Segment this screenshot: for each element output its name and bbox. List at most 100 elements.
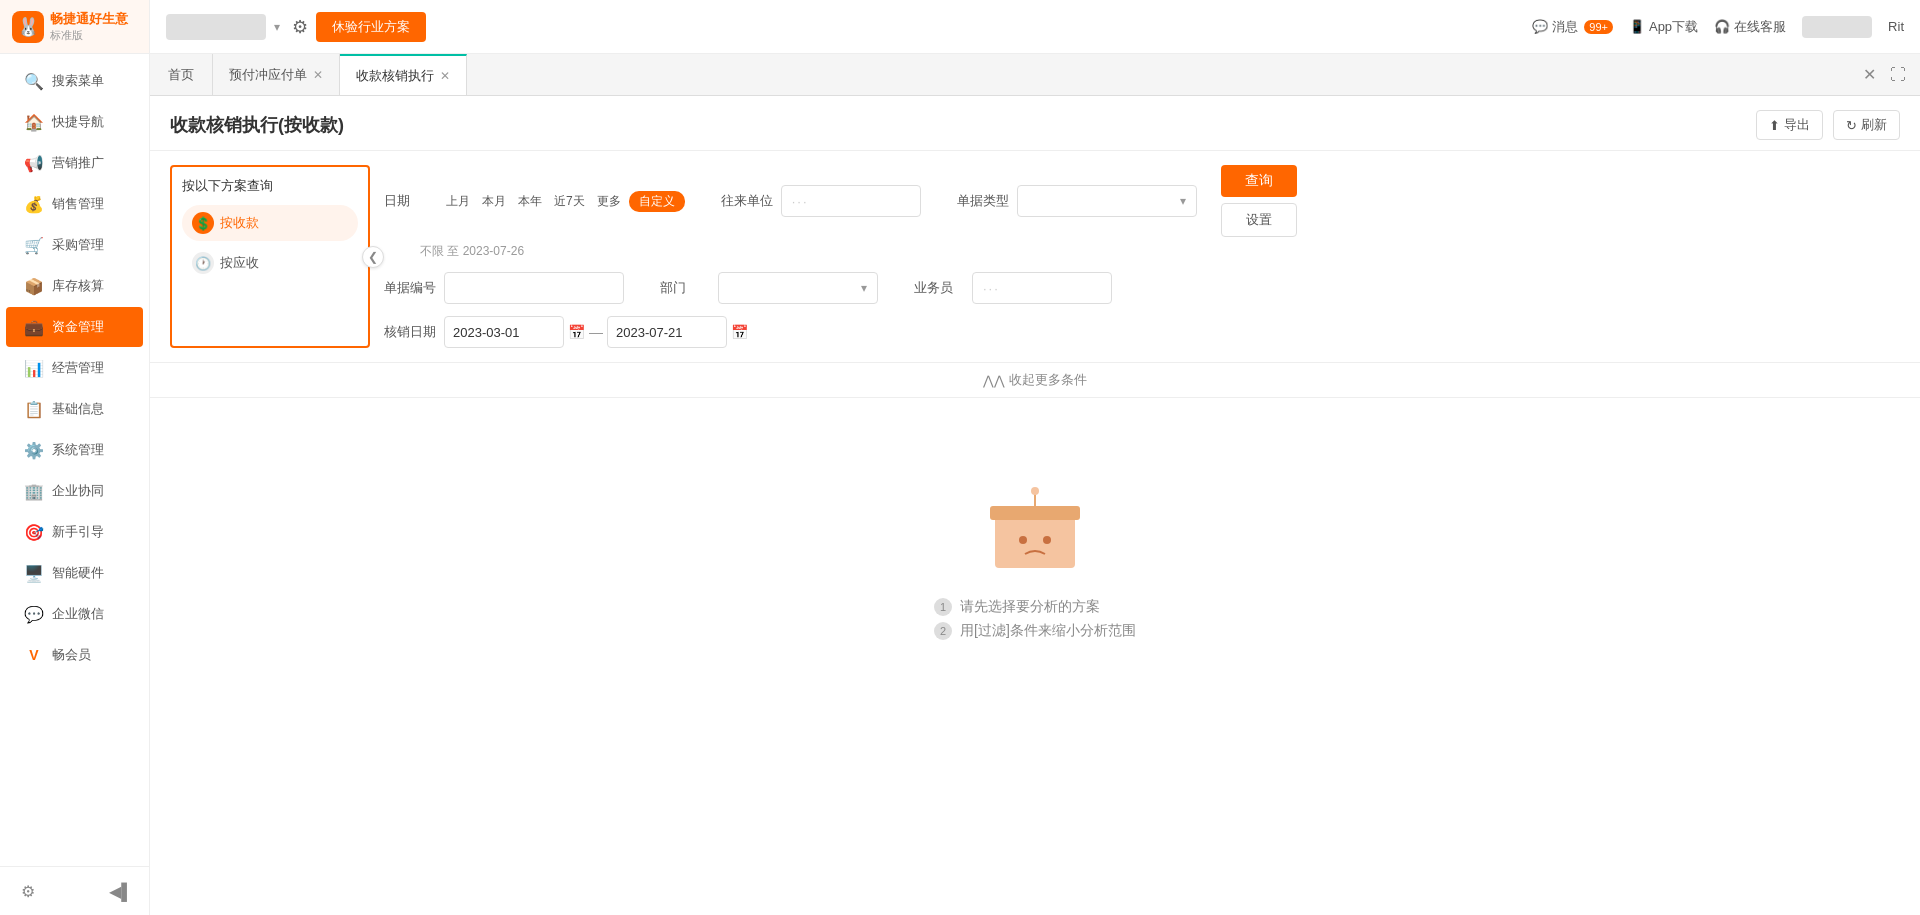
page-title: 收款核销执行(按收款) [170, 113, 344, 137]
verify-date-start-cal-icon[interactable]: 📅 [568, 324, 585, 340]
date-shortcut-last-month[interactable]: 上月 [442, 191, 474, 212]
svg-rect-0 [995, 513, 1075, 568]
header-settings-icon[interactable]: ⚙ [292, 16, 308, 38]
user-avatar[interactable] [1802, 16, 1872, 38]
message-button[interactable]: 💬 消息 99+ [1532, 18, 1613, 36]
sidebar-label-operations: 经营管理 [52, 359, 104, 377]
refresh-label: 刷新 [1861, 116, 1887, 134]
marketing-icon: 📢 [24, 153, 44, 173]
filter-option-receipt-label: 按收款 [220, 214, 259, 232]
doc-type-filter-field: 单据类型 ▾ [957, 185, 1197, 217]
filter-more-row: ⋀⋀ 收起更多条件 [150, 363, 1920, 398]
sidebar-item-operations[interactable]: 📊 经营管理 [6, 348, 143, 388]
sidebar-label-guide: 新手引导 [52, 523, 104, 541]
filter-fields: 日期 上月 本月 本年 近7天 更多 自定义 [384, 165, 1900, 348]
svg-point-2 [1019, 536, 1027, 544]
logo-dropdown-icon[interactable]: ▾ [274, 20, 280, 34]
sidebar-label-sales: 销售管理 [52, 195, 104, 213]
sidebar-item-enterprise[interactable]: 🏢 企业协同 [6, 471, 143, 511]
tab-bar-actions: ✕ ⛶ [1859, 61, 1920, 88]
export-button[interactable]: ⬆ 导出 [1756, 110, 1823, 140]
sidebar-label-marketing: 营销推广 [52, 154, 104, 172]
message-label: 消息 [1552, 18, 1578, 36]
sidebar-item-quick-nav[interactable]: 🏠 快捷导航 [6, 102, 143, 142]
purchase-icon: 🛒 [24, 235, 44, 255]
sidebar-item-marketing[interactable]: 📢 营销推广 [6, 143, 143, 183]
filter-panel: 按以下方案查询 💲 按收款 🕐 按应收 ❮ [170, 165, 370, 348]
tab-bar: 首页 预付冲应付单 ✕ 收款核销执行 ✕ ✕ ⛶ [150, 54, 1920, 96]
date-dash: — [589, 324, 603, 340]
sidebar-nav: 🔍 搜索菜单 🏠 快捷导航 📢 营销推广 💰 销售管理 🛒 采购管理 📦 库存核… [0, 54, 149, 866]
page-header-actions: ⬆ 导出 ↻ 刷新 [1756, 110, 1900, 140]
settings-button[interactable]: ⚙ [14, 877, 42, 905]
top-header: ▾ ⚙ 休验行业方案 💬 消息 99+ 📱 App下载 🎧 在线客服 Rit [150, 0, 1920, 54]
date-label: 日期 [384, 192, 434, 210]
sidebar-item-finance[interactable]: 💼 资金管理 [6, 307, 143, 347]
date-shortcut-more[interactable]: 更多 [593, 191, 625, 212]
export-icon: ⬆ [1769, 118, 1780, 133]
brand-name: 畅捷通好生意 [50, 10, 128, 28]
action-buttons: 查询 设置 [1221, 165, 1297, 237]
partner-select[interactable]: ··· [781, 185, 921, 217]
sidebar-item-wechat[interactable]: 💬 企业微信 [6, 594, 143, 634]
sidebar-item-inventory[interactable]: 📦 库存核算 [6, 266, 143, 306]
tab-home[interactable]: 首页 [150, 54, 213, 95]
sidebar-item-vip[interactable]: V 畅会员 [6, 635, 143, 675]
doc-type-select[interactable]: ▾ [1017, 185, 1197, 217]
sidebar-item-guide[interactable]: 🎯 新手引导 [6, 512, 143, 552]
sidebar-item-search[interactable]: 🔍 搜索菜单 [6, 61, 143, 101]
tab-prepay-close-icon[interactable]: ✕ [313, 68, 323, 82]
empty-hints: 1 请先选择要分析的方案 2 用[过滤]条件来缩小分析范围 [934, 598, 1136, 640]
verify-date-start-input[interactable] [444, 316, 564, 348]
collapse-more-button[interactable]: ⋀⋀ 收起更多条件 [983, 371, 1087, 389]
top-header-right: 💬 消息 99+ 📱 App下载 🎧 在线客服 Rit [1532, 16, 1904, 38]
empty-state: 1 请先选择要分析的方案 2 用[过滤]条件来缩小分析范围 [150, 398, 1920, 720]
date-shortcut-this-month[interactable]: 本月 [478, 191, 510, 212]
sidebar-item-basic-info[interactable]: 📋 基础信息 [6, 389, 143, 429]
sidebar-item-system[interactable]: ⚙️ 系统管理 [6, 430, 143, 470]
company-logo-placeholder [166, 14, 266, 40]
sidebar-item-sales[interactable]: 💰 销售管理 [6, 184, 143, 224]
finance-icon: 💼 [24, 317, 44, 337]
verify-date-end-cal-icon[interactable]: 📅 [731, 324, 748, 340]
filter-settings-button[interactable]: 设置 [1221, 203, 1297, 237]
tab-prepay-label: 预付冲应付单 [229, 66, 307, 84]
date-shortcut-this-year[interactable]: 本年 [514, 191, 546, 212]
filter-panel-collapse-button[interactable]: ❮ [362, 246, 384, 268]
tab-collection-close-icon[interactable]: ✕ [440, 69, 450, 83]
collapse-sidebar-button[interactable]: ◀▌ [107, 877, 135, 905]
verify-date-end-input[interactable] [607, 316, 727, 348]
sidebar-item-hardware[interactable]: 🖥️ 智能硬件 [6, 553, 143, 593]
dept-select[interactable]: ▾ [718, 272, 878, 304]
page-inner: 收款核销执行(按收款) ⬆ 导出 ↻ 刷新 按以下方案查询 [150, 96, 1920, 915]
sidebar-item-purchase[interactable]: 🛒 采购管理 [6, 225, 143, 265]
online-service-button[interactable]: 🎧 在线客服 [1714, 18, 1786, 36]
refresh-icon: ↻ [1846, 118, 1857, 133]
date-shortcut-7days[interactable]: 近7天 [550, 191, 589, 212]
page-content: 收款核销执行(按收款) ⬆ 导出 ↻ 刷新 按以下方案查询 [150, 96, 1920, 915]
username-label: Rit [1888, 19, 1904, 34]
filter-option-by-receipt[interactable]: 💲 按收款 [182, 205, 358, 241]
date-filter-field: 日期 上月 本月 本年 近7天 更多 自定义 [384, 191, 685, 212]
vip-icon: V [24, 645, 44, 665]
tab-collection[interactable]: 收款核销执行 ✕ [340, 54, 467, 95]
sidebar-footer: ⚙ ◀▌ [0, 866, 149, 915]
tab-expand-icon[interactable]: ⛶ [1886, 62, 1910, 88]
logo-text: 畅捷通好生意 标准版 [50, 10, 128, 44]
app-download-button[interactable]: 📱 App下载 [1629, 18, 1698, 36]
staff-select[interactable]: ··· [972, 272, 1112, 304]
logo-icon: 🐰 [12, 11, 44, 43]
solution-button[interactable]: 休验行业方案 [316, 12, 426, 42]
date-shortcut-custom[interactable]: 自定义 [629, 191, 685, 212]
tab-close-all-icon[interactable]: ✕ [1859, 61, 1880, 88]
refresh-button[interactable]: ↻ 刷新 [1833, 110, 1900, 140]
sidebar-label-quick-nav: 快捷导航 [52, 113, 104, 131]
staff-filter-field: 业务员 ··· [914, 272, 1112, 304]
sidebar-label-hardware: 智能硬件 [52, 564, 104, 582]
hint-text-2: 用[过滤]条件来缩小分析范围 [960, 622, 1136, 640]
filter-area: 按以下方案查询 💲 按收款 🕐 按应收 ❮ [150, 151, 1920, 363]
tab-prepay[interactable]: 预付冲应付单 ✕ [213, 54, 340, 95]
filter-option-by-receivable[interactable]: 🕐 按应收 [182, 245, 358, 281]
doc-no-input[interactable] [444, 272, 624, 304]
query-button[interactable]: 查询 [1221, 165, 1297, 197]
